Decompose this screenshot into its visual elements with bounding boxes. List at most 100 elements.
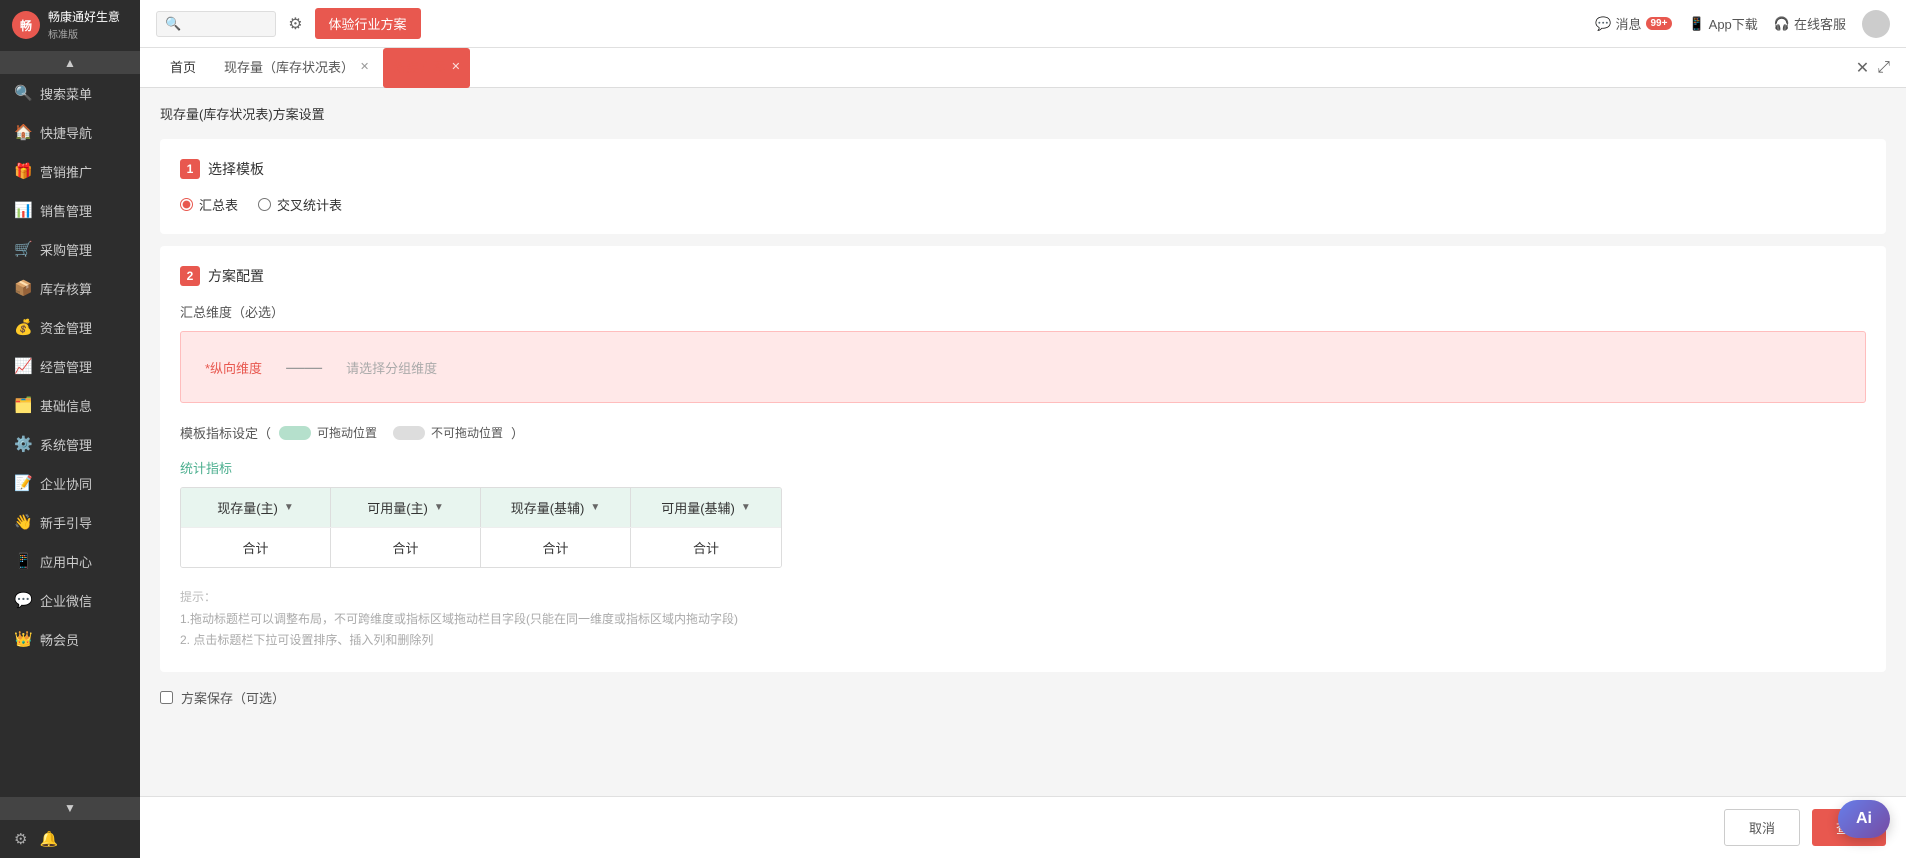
dimension-box[interactable]: *纵向维度 —— 请选择分组维度 bbox=[180, 331, 1866, 403]
stats-table-row: 合计 合计 合计 合计 bbox=[181, 527, 781, 567]
tab-new-plan-close[interactable]: ✕ bbox=[451, 60, 460, 73]
online-service-label: 在线客服 bbox=[1794, 14, 1846, 33]
col-header-1[interactable]: 可用量(主) ▼ bbox=[331, 488, 481, 527]
stats-cell-2: 合计 bbox=[481, 528, 631, 567]
sidebar-item-corp[interactable]: 📝 企业协同 bbox=[0, 464, 140, 503]
tab-inventory-status-label: 现存量（库存状况表） bbox=[224, 57, 354, 76]
col-header-3[interactable]: 可用量(基辅) ▼ bbox=[631, 488, 781, 527]
sidebar-item-label: 企业微信 bbox=[40, 591, 92, 610]
stats-table: 现存量(主) ▼ 可用量(主) ▼ 现存量(基辅) ▼ bbox=[180, 487, 782, 568]
sidebar-scroll-down[interactable]: ▼ bbox=[0, 797, 140, 819]
step2-badge: 2 bbox=[180, 266, 200, 286]
sidebar-item-inventory[interactable]: 📦 库存核算 bbox=[0, 269, 140, 308]
tips-title: 提示： bbox=[180, 590, 216, 604]
save-checkbox[interactable] bbox=[160, 691, 173, 704]
window-controls: ✕ ⤢ bbox=[1856, 58, 1890, 78]
home-icon: 🏠 bbox=[14, 123, 32, 141]
page-title: 现存量(库存状况表)方案设置 bbox=[160, 104, 1886, 123]
window-close-btn[interactable]: ✕ bbox=[1856, 58, 1869, 78]
stats-section: 统计指标 现存量(主) ▼ 可用量(主) ▼ bbox=[180, 458, 1866, 571]
radio-summary-label: 汇总表 bbox=[199, 195, 238, 214]
step2-title: 方案配置 bbox=[208, 266, 264, 286]
step1-header: 1 选择模板 bbox=[180, 159, 1866, 179]
topbar-search-box[interactable]: 🔍 bbox=[156, 11, 276, 37]
sidebar-item-system[interactable]: ⚙️ 系统管理 bbox=[0, 425, 140, 464]
content-area: 现存量(库存状况表)方案设置 1 选择模板 汇总表 交叉统计表 2 bbox=[140, 88, 1906, 796]
message-action[interactable]: 💬 消息 99+ bbox=[1595, 14, 1672, 33]
money-icon: 💰 bbox=[14, 318, 32, 336]
settings-icon[interactable]: ⚙ bbox=[288, 14, 302, 34]
sidebar-item-member[interactable]: 👑 畅会员 bbox=[0, 620, 140, 659]
sidebar-item-app-center[interactable]: 📱 应用中心 bbox=[0, 542, 140, 581]
sidebar-footer: ⚙ 🔔 bbox=[0, 819, 140, 858]
sidebar-item-guide[interactable]: 👋 新手引导 bbox=[0, 503, 140, 542]
stats-table-header: 现存量(主) ▼ 可用量(主) ▼ 现存量(基辅) ▼ bbox=[181, 488, 781, 527]
radio-summary[interactable]: 汇总表 bbox=[180, 195, 238, 214]
toggle-draggable: 可拖动位置 bbox=[279, 424, 377, 441]
tips-area: 提示： 1.拖动标题栏可以调整布局，不可跨维度或指标区域拖动栏目字段(只能在同一… bbox=[180, 587, 1866, 652]
indicator-config: 模板指标设定（ 可拖动位置 不可拖动位置 ） bbox=[180, 423, 1866, 442]
message-icon: 💬 bbox=[1595, 16, 1611, 32]
col-chevron-0: ▼ bbox=[284, 502, 294, 513]
radio-summary-input[interactable] bbox=[180, 198, 193, 211]
stats-section-label: 统计指标 bbox=[180, 458, 1866, 477]
toggle-non-draggable-box bbox=[393, 426, 425, 440]
toggle-draggable-box[interactable] bbox=[279, 426, 311, 440]
operations-icon: 📈 bbox=[14, 357, 32, 375]
trial-button[interactable]: 体验行业方案 bbox=[315, 8, 421, 39]
message-label: 消息 bbox=[1615, 14, 1641, 33]
sidebar-scroll-up[interactable]: ▲ bbox=[0, 52, 140, 74]
base-icon: 🗂️ bbox=[14, 396, 32, 414]
radio-cross-label: 交叉统计表 bbox=[277, 195, 342, 214]
sidebar-item-label: 基础信息 bbox=[40, 396, 92, 415]
chart-icon: 📊 bbox=[14, 201, 32, 219]
sidebar-item-sales[interactable]: 📊 销售管理 bbox=[0, 191, 140, 230]
search-icon: 🔍 bbox=[14, 84, 32, 102]
sidebar-item-label: 资金管理 bbox=[40, 318, 92, 337]
window-expand-btn[interactable]: ⤢ bbox=[1877, 58, 1890, 78]
sidebar-item-marketing[interactable]: 🎁 营销推广 bbox=[0, 152, 140, 191]
online-service-action[interactable]: 🎧 在线客服 bbox=[1774, 14, 1846, 33]
sidebar-item-quick-nav[interactable]: 🏠 快捷导航 bbox=[0, 113, 140, 152]
tab-inventory-close[interactable]: ✕ bbox=[360, 60, 369, 73]
cancel-button[interactable]: 取消 bbox=[1724, 809, 1800, 846]
save-checkbox-row: 方案保存（可选） bbox=[160, 688, 1886, 707]
app-download-action[interactable]: 📱 App下载 bbox=[1688, 14, 1757, 33]
radio-cross[interactable]: 交叉统计表 bbox=[258, 195, 342, 214]
sidebar-logo: 畅 畅康通好生意 标准版 bbox=[0, 0, 140, 52]
sidebar-item-base[interactable]: 🗂️ 基础信息 bbox=[0, 386, 140, 425]
radio-cross-input[interactable] bbox=[258, 198, 271, 211]
stats-cell-1: 合计 bbox=[331, 528, 481, 567]
search-icon: 🔍 bbox=[165, 16, 181, 32]
tab-inventory-status[interactable]: 现存量（库存状况表） ✕ bbox=[210, 48, 383, 88]
sidebar-item-operations[interactable]: 📈 经营管理 bbox=[0, 347, 140, 386]
settings-footer-icon[interactable]: ⚙ bbox=[14, 830, 27, 848]
search-input[interactable] bbox=[187, 17, 267, 31]
sidebar-item-label: 快捷导航 bbox=[40, 123, 92, 142]
col-chevron-3: ▼ bbox=[741, 502, 751, 513]
save-label: 方案保存（可选） bbox=[181, 688, 285, 707]
sidebar-item-search[interactable]: 🔍 搜索菜单 bbox=[0, 74, 140, 113]
col-header-2[interactable]: 现存量(基辅) ▼ bbox=[481, 488, 631, 527]
col-header-0[interactable]: 现存量(主) ▼ bbox=[181, 488, 331, 527]
sidebar-item-label: 搜索菜单 bbox=[40, 84, 92, 103]
box-icon: 📦 bbox=[14, 279, 32, 297]
sidebar-item-label: 企业协同 bbox=[40, 474, 92, 493]
tip-line-1: 1.拖动标题栏可以调整布局，不可跨维度或指标区域拖动栏目字段(只能在同一维度或指… bbox=[180, 609, 1866, 631]
guide-icon: 👋 bbox=[14, 513, 32, 531]
sound-footer-icon[interactable]: 🔔 bbox=[39, 830, 58, 848]
sidebar-item-label: 新手引导 bbox=[40, 513, 92, 532]
app-center-icon: 📱 bbox=[14, 552, 32, 570]
sidebar-item-label: 系统管理 bbox=[40, 435, 92, 454]
sidebar-item-wechat[interactable]: 💬 企业微信 bbox=[0, 581, 140, 620]
tab-new-plan[interactable]: 新建方案 ✕ bbox=[383, 48, 470, 88]
user-avatar[interactable] bbox=[1862, 10, 1890, 38]
col-label-0: 现存量(主) bbox=[217, 498, 278, 517]
ai-float-button[interactable]: Ai bbox=[1838, 800, 1890, 838]
corp-icon: 📝 bbox=[14, 474, 32, 492]
sidebar-item-label: 畅会员 bbox=[40, 630, 79, 649]
tab-home[interactable]: 首页 bbox=[156, 48, 210, 88]
sidebar-item-finance[interactable]: 💰 资金管理 bbox=[0, 308, 140, 347]
sidebar-item-purchase[interactable]: 🛒 采购管理 bbox=[0, 230, 140, 269]
tab-bar: 首页 现存量（库存状况表） ✕ 新建方案 ✕ ✕ ⤢ bbox=[140, 48, 1906, 88]
